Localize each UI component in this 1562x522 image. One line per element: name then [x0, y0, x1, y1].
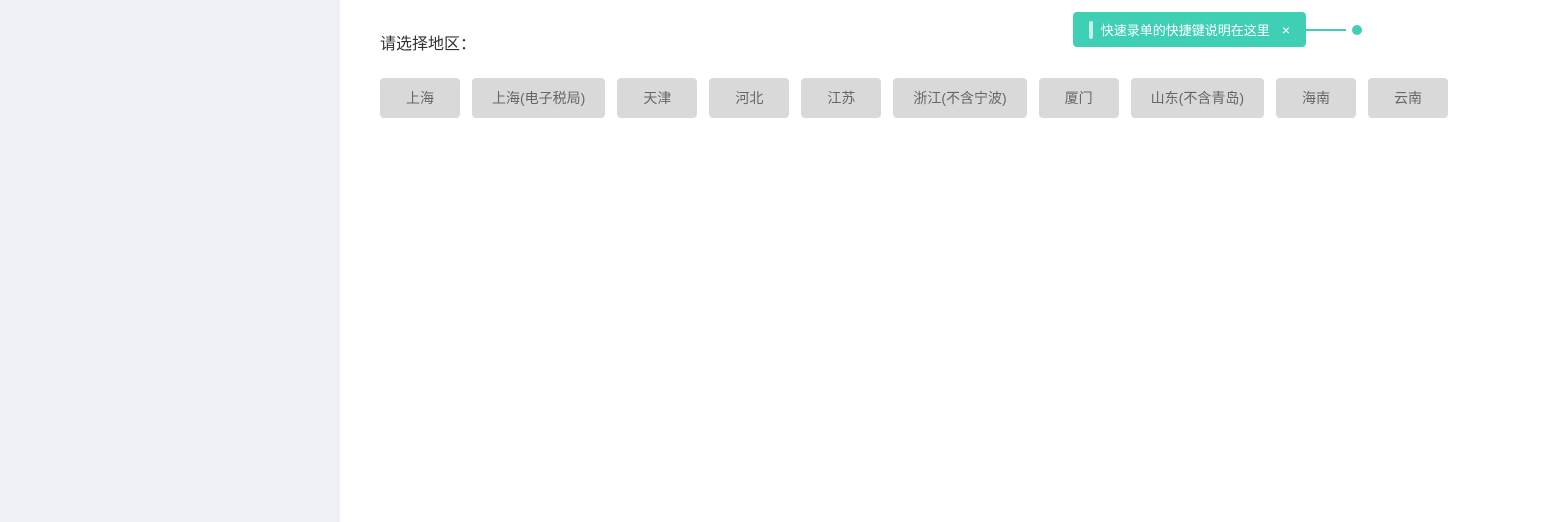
region-btn-hainan[interactable]: 海南	[1276, 78, 1356, 118]
region-btn-yunnan[interactable]: 云南	[1368, 78, 1448, 118]
region-btn-zhejiang[interactable]: 浙江(不含宁波)	[893, 78, 1026, 118]
region-btn-shandong[interactable]: 山东(不含青岛)	[1131, 78, 1264, 118]
tooltip-bar-icon	[1089, 21, 1093, 39]
sidebar	[0, 0, 340, 522]
region-btn-shanghai[interactable]: 上海	[380, 78, 460, 118]
tooltip-box: 快速录单的快捷键说明在这里 ×	[1073, 12, 1306, 47]
tooltip-close-button[interactable]: ×	[1282, 22, 1290, 38]
region-btn-hebei[interactable]: 河北	[709, 78, 789, 118]
tooltip-dot	[1352, 25, 1362, 35]
region-btn-jiangsu[interactable]: 江苏	[801, 78, 881, 118]
region-btn-shanghai-etax[interactable]: 上海(电子税局)	[472, 78, 605, 118]
tooltip-text: 快速录单的快捷键说明在这里	[1101, 20, 1270, 39]
main-content: 请选择地区： 上海上海(电子税局)天津河北江苏浙江(不含宁波)厦门山东(不含青岛…	[340, 0, 1562, 522]
tooltip-line	[1306, 29, 1346, 31]
region-btn-tianjin[interactable]: 天津	[617, 78, 697, 118]
tooltip-container: 快速录单的快捷键说明在这里 ×	[1073, 12, 1362, 47]
region-btn-xiamen[interactable]: 厦门	[1039, 78, 1119, 118]
region-buttons: 上海上海(电子税局) 天津河北江苏浙江(不含宁波) 厦门山东(不含青岛) 海南云南	[380, 78, 1522, 118]
